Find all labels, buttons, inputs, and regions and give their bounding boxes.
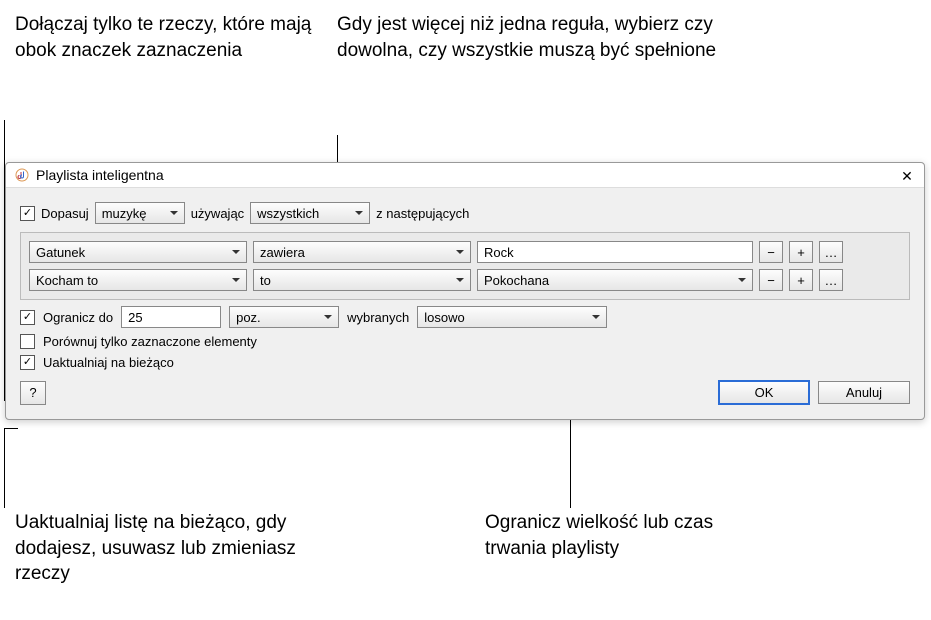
only-checked-row: Porównuj tylko zaznaczone elementy [20, 334, 910, 349]
selected-label: wybranych [347, 310, 409, 325]
rule-attribute-select[interactable]: Gatunek [29, 241, 247, 263]
following-label: z następujących [376, 206, 469, 221]
limit-value-input[interactable]: 25 [121, 306, 221, 328]
remove-rule-button[interactable]: − [759, 269, 783, 291]
limit-unit-select[interactable]: poz. [229, 306, 339, 328]
rule-value-select[interactable]: Pokochana [477, 269, 753, 291]
annotation-limit: Ogranicz wielkość lub czas trwania playl… [485, 510, 755, 561]
using-label: używając [191, 206, 244, 221]
dialog-footer: ? OK Anuluj [20, 380, 910, 405]
rule-row: Gatunek zawiera Rock − + … [29, 241, 901, 263]
ok-button[interactable]: OK [718, 380, 810, 405]
live-update-row: Uaktualniaj na bieżąco [20, 355, 910, 370]
rules-container: Gatunek zawiera Rock − + … Kocham to to … [20, 232, 910, 300]
annotation-match-mode: Gdy jest więcej niż jedna reguła, wybier… [337, 12, 717, 63]
match-checkbox[interactable] [20, 206, 35, 221]
app-icon [14, 167, 30, 183]
leader-line [4, 428, 18, 429]
help-button[interactable]: ? [20, 381, 46, 405]
match-label: Dopasuj [41, 206, 89, 221]
add-rule-button[interactable]: + [789, 241, 813, 263]
annotation-only-checked: Dołączaj tylko te rzeczy, które mają obo… [15, 12, 315, 63]
only-checked-checkbox[interactable] [20, 334, 35, 349]
rule-more-button[interactable]: … [819, 241, 843, 263]
close-button[interactable]: ✕ [898, 167, 916, 185]
remove-rule-button[interactable]: − [759, 241, 783, 263]
only-checked-label: Porównuj tylko zaznaczone elementy [43, 334, 257, 349]
rule-row: Kocham to to Pokochana − + … [29, 269, 901, 291]
rule-operator-select[interactable]: zawiera [253, 241, 471, 263]
rule-attribute-select[interactable]: Kocham to [29, 269, 247, 291]
add-rule-button[interactable]: + [789, 269, 813, 291]
titlebar: Playlista inteligentna ✕ [6, 163, 924, 188]
rule-operator-select[interactable]: to [253, 269, 471, 291]
live-update-checkbox[interactable] [20, 355, 35, 370]
live-update-label: Uaktualniaj na bieżąco [43, 355, 174, 370]
limit-label: Ogranicz do [43, 310, 113, 325]
dialog-title: Playlista inteligentna [36, 167, 164, 183]
leader-line [4, 428, 5, 508]
dialog-content: Dopasuj muzykę używając wszystkich z nas… [6, 188, 924, 419]
media-type-select[interactable]: muzykę [95, 202, 185, 224]
limit-checkbox[interactable] [20, 310, 35, 325]
annotation-live-update: Uaktualniaj listę na bieżąco, gdy dodaje… [15, 510, 335, 587]
rule-value-input[interactable]: Rock [477, 241, 753, 263]
match-mode-select[interactable]: wszystkich [250, 202, 370, 224]
cancel-button[interactable]: Anuluj [818, 381, 910, 404]
rule-more-button[interactable]: … [819, 269, 843, 291]
match-row: Dopasuj muzykę używając wszystkich z nas… [20, 202, 910, 224]
smart-playlist-dialog: Playlista inteligentna ✕ Dopasuj muzykę … [5, 162, 925, 420]
limit-order-select[interactable]: losowo [417, 306, 607, 328]
limit-row: Ogranicz do 25 poz. wybranych losowo [20, 306, 910, 328]
